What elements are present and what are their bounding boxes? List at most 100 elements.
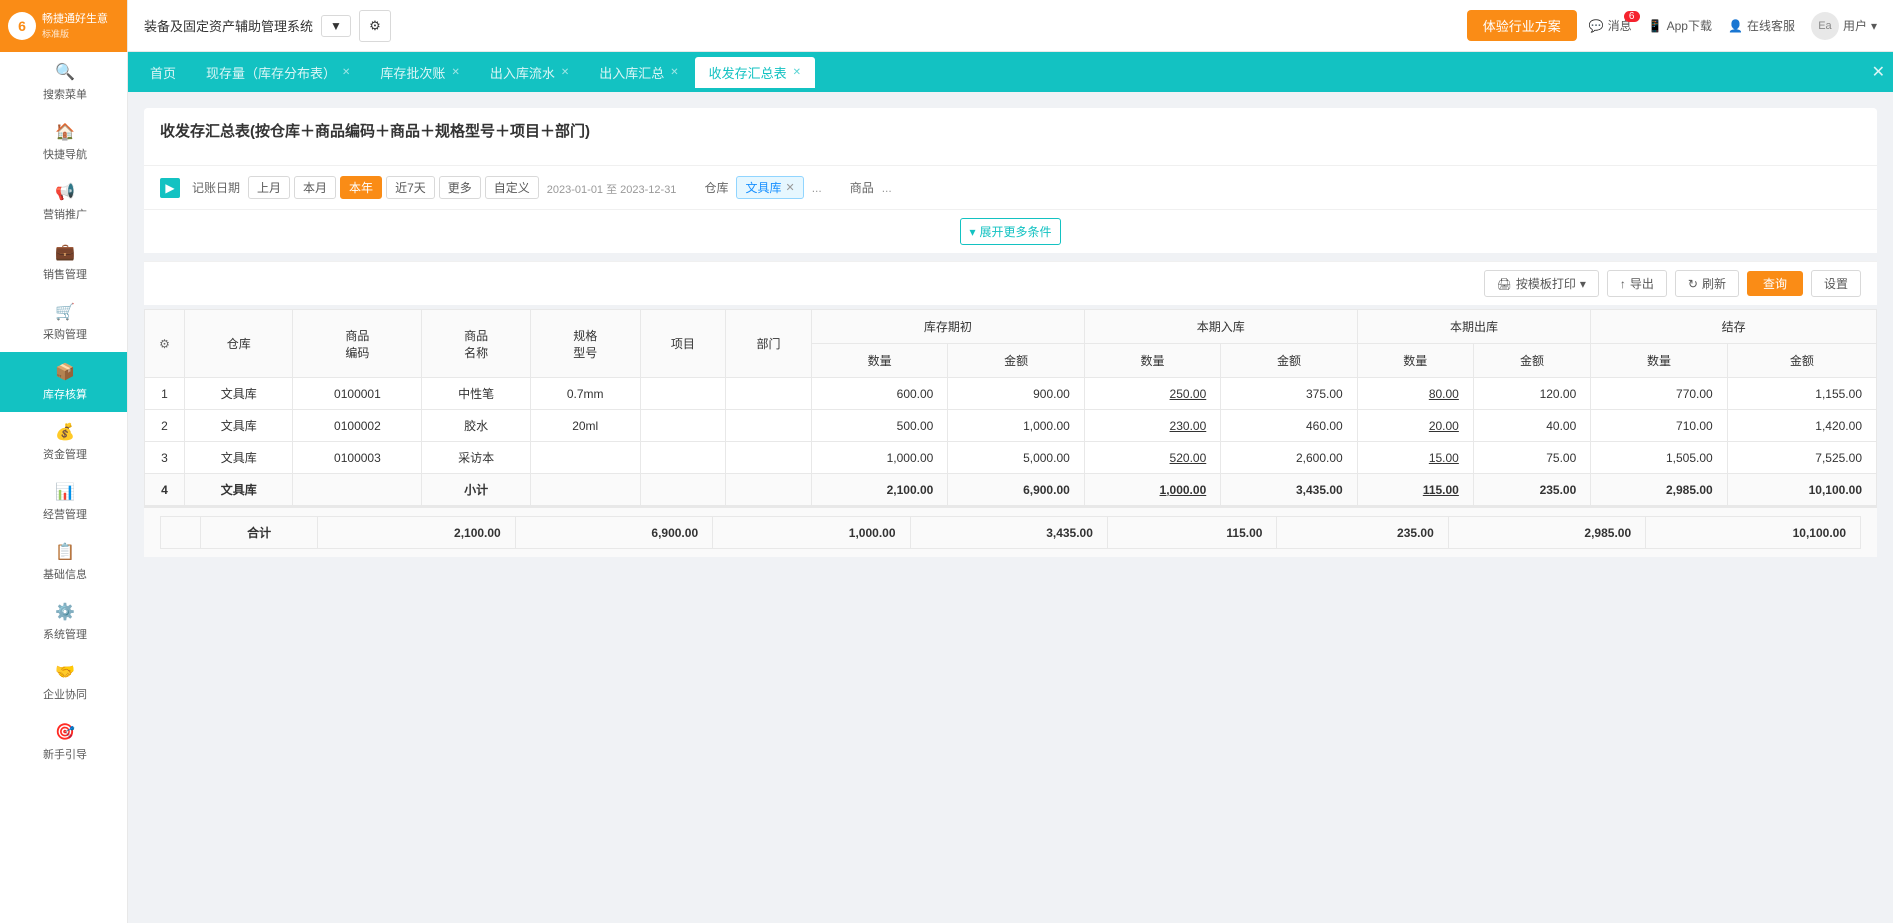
online-service-label: 在线客服: [1747, 17, 1795, 34]
cell-out-qty[interactable]: 15.00: [1357, 442, 1473, 474]
col-settings[interactable]: ⚙: [145, 310, 185, 378]
cell-in-qty[interactable]: 520.00: [1084, 442, 1220, 474]
refresh-button[interactable]: ↻ 刷新: [1675, 270, 1739, 297]
cell-out-amt: 120.00: [1473, 378, 1590, 410]
export-button[interactable]: ↑ 导出: [1607, 270, 1667, 297]
tab-inout-sum-close[interactable]: ✕: [670, 67, 678, 78]
warehouse-tag[interactable]: 文具库 ✕: [736, 176, 803, 199]
logo-badge: 标准版: [42, 27, 108, 40]
cell-out-qty[interactable]: 20.00: [1357, 410, 1473, 442]
in-qty-link[interactable]: 1,000.00: [1160, 483, 1207, 497]
sidebar-item-corp[interactable]: 🤝 企业协同: [0, 652, 127, 712]
out-qty-link[interactable]: 20.00: [1429, 419, 1459, 433]
date-btn-this-month[interactable]: 本月: [294, 176, 336, 199]
warehouse-more[interactable]: ...: [812, 181, 822, 195]
warehouse-filter-section: 仓库 文具库 ✕ ...: [704, 176, 821, 199]
tab-batch[interactable]: 库存批次账 ✕: [366, 57, 473, 88]
online-service-btn[interactable]: 👤 在线客服: [1728, 17, 1795, 34]
basic-icon: 📋: [55, 542, 75, 562]
cell-in-qty[interactable]: 230.00: [1084, 410, 1220, 442]
print-button[interactable]: 🖨 按模板打印 ▾: [1484, 270, 1599, 297]
tab-batch-close[interactable]: ✕: [451, 67, 459, 78]
cell-open-amt: 6,900.00: [948, 474, 1084, 506]
experience-button[interactable]: 体验行业方案: [1467, 10, 1577, 41]
tab-inout-flow-label: 出入库流水: [490, 63, 555, 82]
table-body: 1 文具库 0100001 中性笔 0.7mm 600.00 900.00 25…: [145, 378, 1877, 506]
cell-in-qty[interactable]: 1,000.00: [1084, 474, 1220, 506]
app-download-btn[interactable]: 📱 App下载: [1648, 17, 1712, 34]
sidebar-item-operation[interactable]: 📊 经营管理: [0, 472, 127, 532]
tab-stock-dist-close[interactable]: ✕: [342, 67, 350, 78]
sidebar-item-system[interactable]: ⚙️ 系统管理: [0, 592, 127, 652]
warehouse-tag-close[interactable]: ✕: [785, 181, 794, 194]
search-icon: 🔍: [55, 62, 75, 82]
cell-project: [640, 378, 726, 410]
sidebar-item-marketing[interactable]: 📢 营销推广: [0, 172, 127, 232]
date-btn-more[interactable]: 更多: [439, 176, 481, 199]
data-table: ⚙ 仓库 商品编码 商品名称 规格型号 项目 部门 库存期初 本期入库 本期出库…: [144, 309, 1877, 506]
sidebar-item-sales[interactable]: 💼 销售管理: [0, 232, 127, 292]
settings-button[interactable]: 设置: [1811, 270, 1861, 297]
in-qty-link[interactable]: 250.00: [1170, 387, 1207, 401]
tab-inout-flow[interactable]: 出入库流水 ✕: [476, 57, 583, 88]
tab-home-label: 首页: [150, 63, 176, 82]
cell-open-qty: 1,000.00: [811, 442, 947, 474]
message-btn[interactable]: 💬 消息 6: [1589, 17, 1632, 34]
cell-out-amt: 75.00: [1473, 442, 1590, 474]
cell-warehouse: 文具库: [185, 410, 293, 442]
cell-no: 3: [145, 442, 185, 474]
cell-open-qty: 500.00: [811, 410, 947, 442]
out-qty-link[interactable]: 80.00: [1429, 387, 1459, 401]
download-icon: 📱: [1648, 19, 1663, 33]
sidebar-item-search[interactable]: 🔍 搜索菜单: [0, 52, 127, 112]
tab-receive-sum[interactable]: 收发存汇总表 ✕: [695, 57, 815, 88]
date-buttons: 上月 本月 本年 近7天 更多 自定义: [248, 176, 539, 199]
date-btn-7days[interactable]: 近7天: [386, 176, 435, 199]
footer-open-amt: 6,900.00: [515, 517, 712, 549]
date-range-display: 2023-01-01 至 2023-12-31: [547, 181, 677, 197]
sidebar-item-quicknav[interactable]: 🏠 快捷导航: [0, 112, 127, 172]
sidebar-item-guide[interactable]: 🎯 新手引导: [0, 712, 127, 772]
sidebar-item-finance[interactable]: 💰 资金管理: [0, 412, 127, 472]
expand-more-btn[interactable]: ▾ 展开更多条件: [960, 218, 1060, 245]
print-dropdown-icon: ▾: [1580, 277, 1586, 291]
tab-stock-dist[interactable]: 现存量（库存分布表） ✕: [192, 57, 364, 88]
in-qty-link[interactable]: 520.00: [1170, 451, 1207, 465]
filter-collapse-btn[interactable]: ▶: [160, 178, 180, 198]
out-qty-link[interactable]: 115.00: [1423, 483, 1459, 497]
date-btn-this-year[interactable]: 本年: [340, 176, 382, 199]
print-label: 按模板打印: [1516, 275, 1576, 292]
table-row: 4 文具库 小计 2,100.00 6,900.00 1,000.00 3,43…: [145, 474, 1877, 506]
export-label: 导出: [1630, 275, 1654, 292]
tab-home[interactable]: 首页: [136, 57, 190, 88]
footer-out-qty: 115.00: [1107, 517, 1277, 549]
cell-warehouse: 文具库: [185, 474, 293, 506]
system-dropdown[interactable]: ▼: [321, 15, 351, 37]
sidebar-item-basic[interactable]: 📋 基础信息: [0, 532, 127, 592]
cell-in-qty[interactable]: 250.00: [1084, 378, 1220, 410]
cell-out-qty[interactable]: 80.00: [1357, 378, 1473, 410]
tab-inout-flow-close[interactable]: ✕: [561, 67, 569, 78]
in-qty-link[interactable]: 230.00: [1170, 419, 1207, 433]
date-btn-last-month[interactable]: 上月: [248, 176, 290, 199]
tab-receive-sum-label: 收发存汇总表: [709, 63, 787, 82]
user-btn[interactable]: Ea 用户 ▾: [1811, 12, 1877, 40]
cell-out-qty[interactable]: 115.00: [1357, 474, 1473, 506]
tab-receive-sum-close[interactable]: ✕: [793, 67, 801, 78]
tabs-close-all-btn[interactable]: ✕: [1872, 62, 1885, 82]
cell-warehouse: 文具库: [185, 378, 293, 410]
table-settings-icon[interactable]: ⚙: [159, 337, 170, 351]
settings-icon-btn[interactable]: ⚙: [359, 10, 391, 42]
col-in-qty: 数量: [1084, 344, 1220, 378]
query-button[interactable]: 查询: [1747, 271, 1803, 296]
goods-more[interactable]: ...: [882, 181, 892, 195]
sidebar-item-purchase[interactable]: 🛒 采购管理: [0, 292, 127, 352]
sidebar-item-inventory[interactable]: 📦 库存核算: [0, 352, 127, 412]
refresh-label: 刷新: [1702, 275, 1726, 292]
sidebar-label-finance: 资金管理: [43, 446, 87, 462]
tab-inout-sum[interactable]: 出入库汇总 ✕: [585, 57, 692, 88]
out-qty-link[interactable]: 15.00: [1429, 451, 1459, 465]
cell-name: 胶水: [422, 410, 530, 442]
date-btn-custom[interactable]: 自定义: [485, 176, 539, 199]
cell-close-qty: 710.00: [1591, 410, 1727, 442]
